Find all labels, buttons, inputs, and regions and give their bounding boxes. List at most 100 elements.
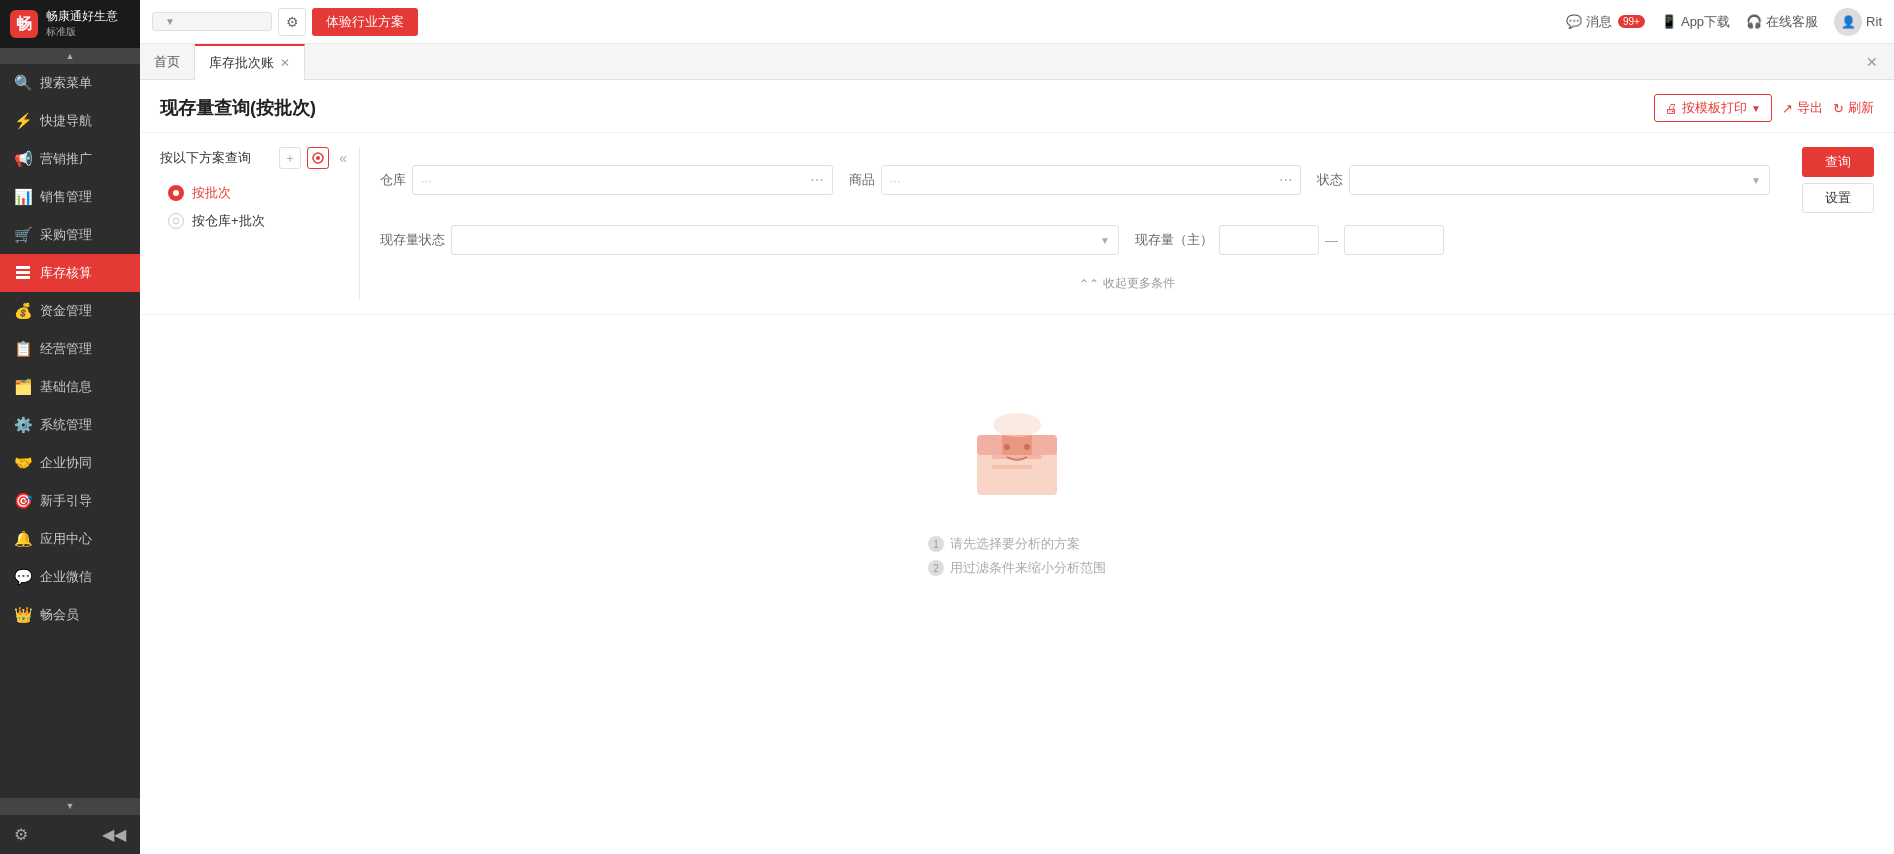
gear-button[interactable]: ⚙ <box>278 8 306 36</box>
product-value: ··· <box>890 173 901 188</box>
sidebar-header: 畅 畅康通好生意 标准版 <box>0 0 140 48</box>
empty-illustration <box>957 395 1077 515</box>
sidebar-item-basic[interactable]: 🗂️ 基础信息 <box>0 368 140 406</box>
svg-point-14 <box>1024 444 1030 450</box>
printer-icon: 🖨 <box>1665 101 1678 116</box>
add-scheme-button[interactable]: ＋ <box>279 147 301 169</box>
sidebar-item-enterprise[interactable]: 🤝 企业协同 <box>0 444 140 482</box>
sales-icon: 📊 <box>14 188 32 206</box>
content-area: 现存量查询(按批次) 🖨 按模板打印 ▼ ↗ 导出 ↻ 刷新 <box>140 80 1894 854</box>
sidebar-item-app-center[interactable]: 🔔 应用中心 <box>0 520 140 558</box>
filter-row-2: 现存量状态 ▼ 现存量（主） — <box>380 225 1874 255</box>
scheme-icons: ＋ « <box>279 147 347 169</box>
stock-status-select[interactable]: ▼ <box>451 225 1119 255</box>
finance-icon: 💰 <box>14 302 32 320</box>
user-name: Rit <box>1866 14 1882 29</box>
scheme-item-warehouse-batch[interactable]: 按仓库+批次 <box>160 207 347 235</box>
collapse-sidebar-icon[interactable]: ◀◀ <box>102 825 126 844</box>
user-avatar: 👤 <box>1834 8 1862 36</box>
stock-status-arrow-icon: ▼ <box>1100 235 1110 246</box>
service-icon: 🎧 <box>1746 14 1762 29</box>
topbar-search-box[interactable]: ▼ <box>152 12 272 31</box>
scheme-item-batch[interactable]: 按批次 <box>160 179 347 207</box>
topbar-right: 💬 消息 99+ 📱 App下载 🎧 在线客服 👤 Rit <box>1566 8 1882 36</box>
sidebar-nav: 🔍 搜索菜单 ⚡ 快捷导航 📢 营销推广 📊 销售管理 🛒 采购管理 库存核算 … <box>0 64 140 798</box>
svg-rect-11 <box>992 455 1042 459</box>
app-title-block: 畅康通好生意 标准版 <box>46 9 118 39</box>
marketing-icon: 📢 <box>14 150 32 168</box>
member-icon: 👑 <box>14 606 32 624</box>
scheme-inactive-dot <box>168 213 184 229</box>
page-header: 现存量查询(按批次) 🖨 按模板打印 ▼ ↗ 导出 ↻ 刷新 <box>140 80 1894 133</box>
hint-num-2: 2 <box>928 560 944 576</box>
sidebar-item-system[interactable]: ⚙️ 系统管理 <box>0 406 140 444</box>
app-download-action[interactable]: 📱 App下载 <box>1661 13 1730 31</box>
filter-row-1: 仓库 ··· ··· 商品 ··· ··· 状态 <box>380 147 1874 213</box>
lightning-icon: ⚡ <box>14 112 32 130</box>
svg-point-13 <box>1004 444 1010 450</box>
guide-icon: 🎯 <box>14 492 32 510</box>
tabbar: 首页 库存批次账 ✕ ✕ <box>140 44 1894 80</box>
warehouse-input[interactable]: ··· ··· <box>412 165 833 195</box>
basic-icon: 🗂️ <box>14 378 32 396</box>
sidebar-item-purchase[interactable]: 🛒 采购管理 <box>0 216 140 254</box>
status-field: 状态 ▼ <box>1317 165 1770 195</box>
tab-panel-close-icon[interactable]: ✕ <box>1866 54 1878 70</box>
empty-hint-2: 2 用过滤条件来缩小分析范围 <box>928 559 1106 577</box>
main-area: ▼ ⚙ 体验行业方案 💬 消息 99+ 📱 App下载 🎧 在线客服 👤 Rit <box>140 0 1894 854</box>
sidebar-item-inventory[interactable]: 库存核算 <box>0 254 140 292</box>
message-badge: 99+ <box>1618 15 1645 28</box>
tab-batch-account[interactable]: 库存批次账 ✕ <box>195 44 305 80</box>
sidebar-item-quick-nav[interactable]: ⚡ 快捷导航 <box>0 102 140 140</box>
scheme-title: 按以下方案查询 <box>160 149 251 167</box>
sidebar-item-member[interactable]: 👑 畅会员 <box>0 596 140 634</box>
tab-home[interactable]: 首页 <box>140 44 195 80</box>
collapse-more-btn[interactable]: ⌃⌃ 收起更多条件 <box>380 267 1874 300</box>
dropdown-arrow-icon: ▼ <box>165 16 175 27</box>
svg-point-4 <box>316 156 320 160</box>
stock-qty-dash: — <box>1325 233 1338 248</box>
svg-rect-0 <box>16 266 30 269</box>
sidebar-item-search[interactable]: 🔍 搜索菜单 <box>0 64 140 102</box>
export-button[interactable]: ↗ 导出 <box>1782 99 1823 117</box>
topbar: ▼ ⚙ 体验行业方案 💬 消息 99+ 📱 App下载 🎧 在线客服 👤 Rit <box>140 0 1894 44</box>
refresh-button[interactable]: ↻ 刷新 <box>1833 99 1874 117</box>
collapse-scheme-icon[interactable]: « <box>339 150 347 166</box>
tab-close-icon[interactable]: ✕ <box>280 56 290 70</box>
sidebar-footer: ⚙ ◀◀ <box>0 814 140 854</box>
warehouse-field: 仓库 ··· ··· <box>380 165 833 195</box>
stock-qty-label: 现存量（主） <box>1135 231 1213 249</box>
settings-icon[interactable]: ⚙ <box>14 825 28 844</box>
action-buttons: 查询 设置 <box>1802 147 1874 213</box>
print-button[interactable]: 🖨 按模板打印 ▼ <box>1654 94 1772 122</box>
sidebar-item-finance[interactable]: 💰 资金管理 <box>0 292 140 330</box>
sidebar-item-guide[interactable]: 🎯 新手引导 <box>0 482 140 520</box>
query-button[interactable]: 查询 <box>1802 147 1874 177</box>
stock-qty-min-input[interactable] <box>1219 225 1319 255</box>
user-menu[interactable]: 👤 Rit <box>1834 8 1882 36</box>
experience-button[interactable]: 体验行业方案 <box>312 8 418 36</box>
sidebar-item-sales[interactable]: 📊 销售管理 <box>0 178 140 216</box>
message-action[interactable]: 💬 消息 99+ <box>1566 13 1645 31</box>
settings-button[interactable]: 设置 <box>1802 183 1874 213</box>
stock-qty-field: 现存量（主） — <box>1135 225 1874 255</box>
status-select[interactable]: ▼ <box>1349 165 1770 195</box>
app-subtitle: 标准版 <box>46 25 118 39</box>
stock-status-field: 现存量状态 ▼ <box>380 225 1119 255</box>
sidebar-scroll-down[interactable]: ▼ <box>0 798 140 814</box>
product-label: 商品 <box>849 171 875 189</box>
product-input[interactable]: ··· ··· <box>881 165 1302 195</box>
sidebar-scroll-up[interactable]: ▲ <box>0 48 140 64</box>
collapse-up-icon: ⌃⌃ <box>1079 277 1099 291</box>
wechat-icon: 💬 <box>14 568 32 586</box>
sidebar-item-marketing[interactable]: 📢 营销推广 <box>0 140 140 178</box>
scheme-settings-button[interactable] <box>307 147 329 169</box>
online-service-action[interactable]: 🎧 在线客服 <box>1746 13 1818 31</box>
stock-qty-max-input[interactable] <box>1344 225 1444 255</box>
svg-rect-12 <box>992 465 1032 469</box>
print-dropdown-icon[interactable]: ▼ <box>1751 103 1761 114</box>
export-icon: ↗ <box>1782 101 1793 116</box>
sidebar-item-wechat[interactable]: 💬 企业微信 <box>0 558 140 596</box>
page-actions: 🖨 按模板打印 ▼ ↗ 导出 ↻ 刷新 <box>1654 94 1874 122</box>
sidebar-item-operation[interactable]: 📋 经营管理 <box>0 330 140 368</box>
